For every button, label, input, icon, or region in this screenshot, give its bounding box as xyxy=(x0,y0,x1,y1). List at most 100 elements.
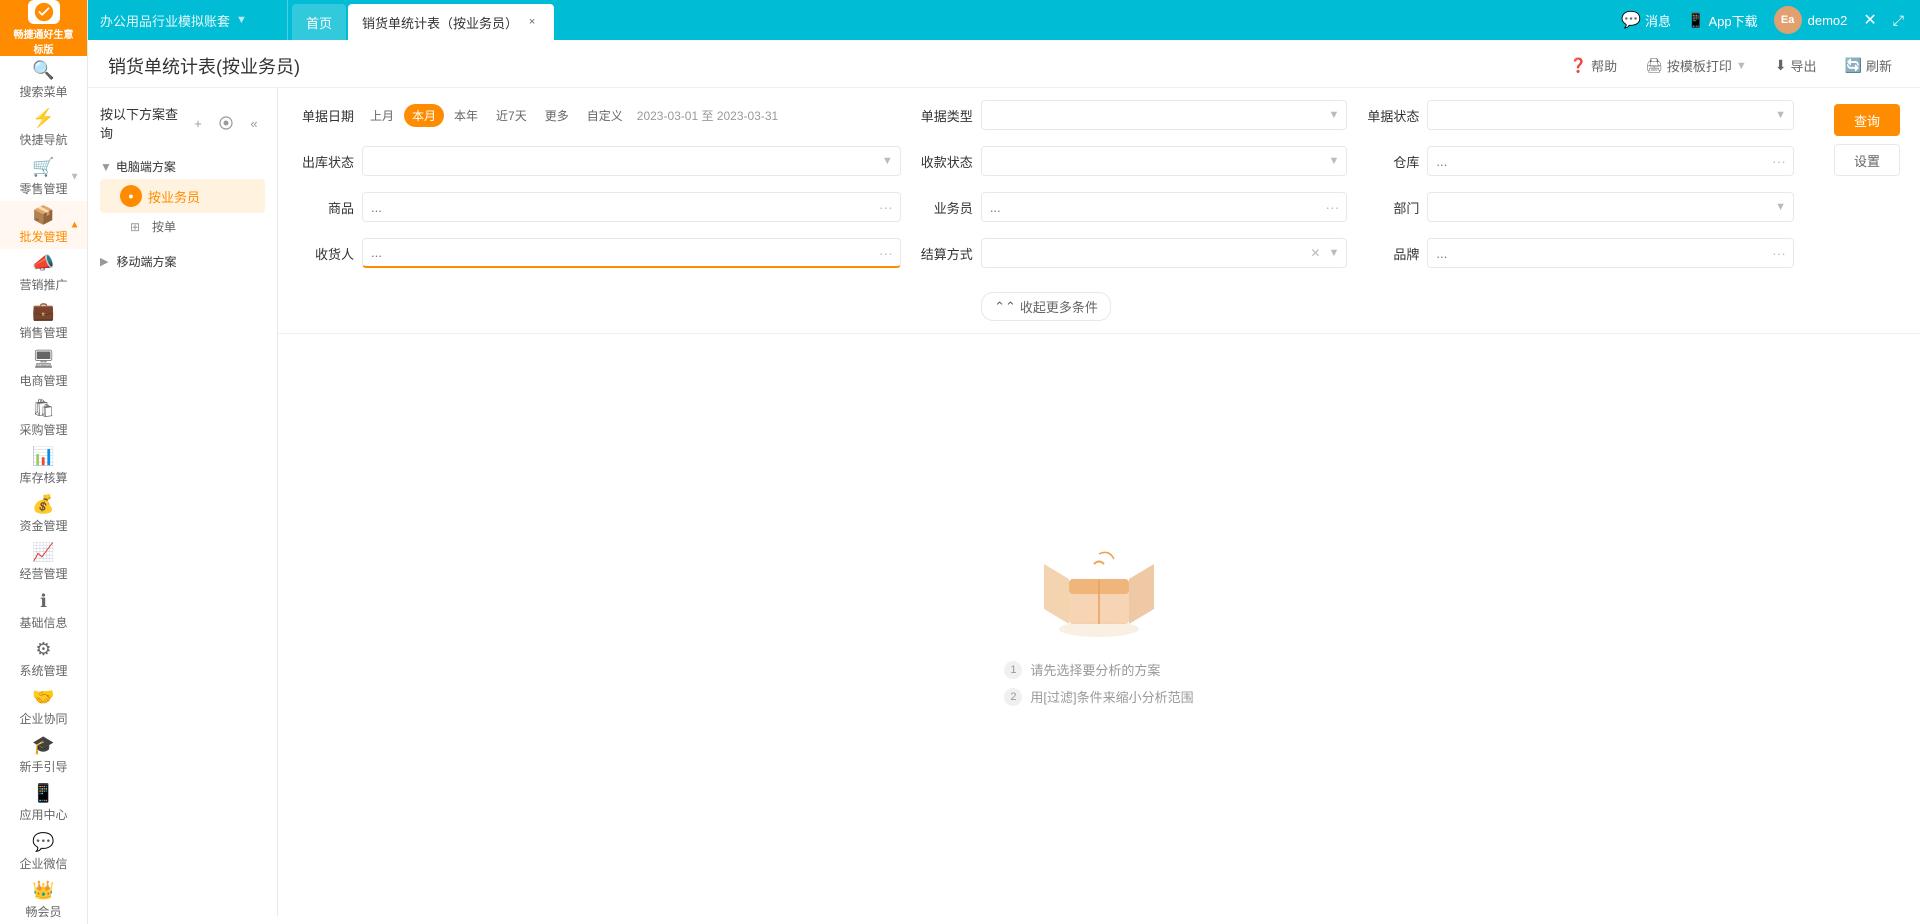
tab-close-icon[interactable]: × xyxy=(524,14,540,30)
help-btn[interactable]: ❓ 帮助 xyxy=(1562,52,1625,79)
settings-button[interactable]: 设置 xyxy=(1834,144,1900,176)
brand-input[interactable] xyxy=(1427,238,1794,268)
sidebar-item-marketing[interactable]: 📣 营销推广 xyxy=(0,249,88,297)
salesperson-more-icon[interactable]: ··· xyxy=(1325,199,1339,215)
date-tab-more[interactable]: 更多 xyxy=(537,104,577,127)
app-logo: 畅捷通好生意 标版 xyxy=(0,0,88,56)
sidebar-label-basic: 基础信息 xyxy=(19,614,67,631)
pc-scheme-title[interactable]: ▼ 电脑端方案 xyxy=(100,154,265,179)
sidebar-item-sales[interactable]: 💼 销售管理 xyxy=(0,297,88,345)
sidebar-item-inventory[interactable]: 📊 库存核算 xyxy=(0,442,88,490)
app-download-icon: 📱 xyxy=(1687,12,1704,29)
date-label: 单据日期 xyxy=(298,106,354,125)
avatar-text: Ea xyxy=(1781,14,1794,26)
out-status-label: 出库状态 xyxy=(298,152,354,171)
sidebar-item-purchase[interactable]: 🛍 采购管理 xyxy=(0,394,88,442)
page-header-actions: ❓ 帮助 🖨 按模板打印 ▼ ⬇ 导出 🔄 刷新 xyxy=(1562,52,1900,79)
sidebar-item-basic[interactable]: ℹ 基础信息 xyxy=(0,586,88,634)
date-tabs: 上月 本月 本年 近7天 更多 自定义 xyxy=(362,104,631,127)
goods-more-icon[interactable]: ··· xyxy=(879,199,893,215)
collapse-btn[interactable]: ⌃⌃ 收起更多条件 xyxy=(981,292,1111,321)
department-dropdown[interactable] xyxy=(1427,192,1794,222)
mobile-scheme-group[interactable]: ▶ 移动端方案 xyxy=(88,248,277,275)
export-btn[interactable]: ⬇ 导出 xyxy=(1767,52,1825,79)
empty-num-2: 2 xyxy=(1004,688,1022,706)
filter-out-status: 出库状态 ▼ xyxy=(298,146,901,176)
sidebar-item-wholesale[interactable]: 📦 批发管理 ▲ xyxy=(0,201,88,249)
salesperson-scheme-label: 按业务员 xyxy=(148,187,200,206)
sidebar-item-member[interactable]: 👑 畅会员 xyxy=(0,876,88,924)
add-scheme-btn[interactable]: + xyxy=(187,112,209,134)
sidebar-item-ecommerce[interactable]: 🖥 电商管理 xyxy=(0,345,88,393)
sidebar-item-operations[interactable]: 📈 经营管理 xyxy=(0,538,88,586)
window-maximize-icon[interactable]: ⤢ xyxy=(1893,12,1904,29)
collapse-panel-btn[interactable]: « xyxy=(243,112,265,134)
salesperson-input[interactable] xyxy=(981,192,1348,222)
window-close-icon[interactable]: ✕ xyxy=(1863,10,1876,30)
salesperson-control: ··· xyxy=(981,192,1348,222)
date-tab-last-month[interactable]: 上月 xyxy=(362,104,402,127)
pc-scheme-label: 电脑端方案 xyxy=(116,158,176,175)
sidebar-item-retail[interactable]: 🛒 零售管理 ▼ xyxy=(0,152,88,200)
bill-type-control: ▼ xyxy=(981,100,1348,130)
warehouse-label: 仓库 xyxy=(1363,152,1419,171)
sidebar-label-member: 畅会员 xyxy=(25,903,61,920)
scheme-by-salesperson[interactable]: ● 按业务员 xyxy=(100,179,265,213)
filter-goods: 商品 ··· xyxy=(298,192,901,222)
tabs-container: 首页 销货单统计表（按业务员） × xyxy=(288,0,1605,40)
sidebar-item-wechat[interactable]: 💬 企业微信 xyxy=(0,828,88,876)
print-btn[interactable]: 🖨 按模板打印 ▼ xyxy=(1637,52,1755,79)
goods-input[interactable] xyxy=(362,192,901,222)
date-tab-custom[interactable]: 自定义 xyxy=(579,104,631,127)
receiver-control: ··· xyxy=(362,238,901,268)
sidebar-item-finance[interactable]: 💰 资金管理 xyxy=(0,490,88,538)
warehouse-input[interactable] xyxy=(1427,146,1794,176)
tab-home[interactable]: 首页 xyxy=(292,4,346,40)
bill-status-dropdown[interactable] xyxy=(1427,100,1794,130)
retail-icon: 🛒 xyxy=(32,157,54,178)
app-download-btn[interactable]: 📱 App下载 xyxy=(1687,11,1758,30)
basic-icon: ℹ xyxy=(40,591,47,612)
tab-sales-report[interactable]: 销货单统计表（按业务员） × xyxy=(348,4,554,40)
receipt-status-arrow-icon: ▼ xyxy=(1329,155,1340,167)
sidebar-item-newbie[interactable]: 🎓 新手引导 xyxy=(0,731,88,779)
filter-bill-status: 单据状态 ▼ xyxy=(1363,100,1794,130)
query-button[interactable]: 查询 xyxy=(1834,104,1900,136)
goods-control: ··· xyxy=(362,192,901,222)
brand-more-icon[interactable]: ··· xyxy=(1772,245,1786,261)
breadcrumb-dropdown-icon[interactable]: ▼ xyxy=(236,14,247,26)
scheme-by-order[interactable]: ⊞ 按单 xyxy=(100,213,265,240)
breadcrumb-text: 办公用品行业模拟账套 xyxy=(100,11,230,30)
sidebar-item-search-menu[interactable]: 🔍 搜索菜单 xyxy=(0,56,88,104)
date-tab-this-year[interactable]: 本年 xyxy=(446,104,486,127)
out-status-dropdown[interactable] xyxy=(362,146,901,176)
warehouse-more-icon[interactable]: ··· xyxy=(1772,153,1786,169)
date-tab-this-month[interactable]: 本月 xyxy=(404,104,444,127)
edit-scheme-btn[interactable] xyxy=(215,112,237,134)
salesperson-scheme-dot: ● xyxy=(120,185,142,207)
app-name: 畅捷通好生意 xyxy=(14,26,74,41)
receiver-input[interactable] xyxy=(362,238,901,268)
settlement-arrow-icon: ▼ xyxy=(1329,247,1340,259)
sidebar-label-system: 系统管理 xyxy=(19,662,67,679)
sidebar-item-enterprise[interactable]: 🤝 企业协同 xyxy=(0,683,88,731)
user-profile[interactable]: Ea demo2 xyxy=(1774,6,1848,34)
sidebar-item-apps[interactable]: 📱 应用中心 xyxy=(0,779,88,827)
settlement-clear-icon[interactable]: ✕ xyxy=(1307,245,1323,261)
sidebar-label-inventory: 库存核算 xyxy=(19,469,67,486)
empty-num-1: 1 xyxy=(1004,661,1022,679)
sidebar-item-quick-nav[interactable]: ⚡ 快捷导航 xyxy=(0,104,88,152)
app-download-label: App下载 xyxy=(1709,11,1758,30)
receiver-more-icon[interactable]: ··· xyxy=(879,245,893,261)
message-btn[interactable]: 💬 消息 xyxy=(1621,10,1671,30)
topbar: 办公用品行业模拟账套 ▼ 首页 销货单统计表（按业务员） × 💬 消息 📱 Ap… xyxy=(88,0,1920,40)
sidebar-item-system[interactable]: ⚙ 系统管理 xyxy=(0,635,88,683)
date-tab-7days[interactable]: 近7天 xyxy=(488,104,535,127)
filter-receipt-status: 收款状态 ▼ xyxy=(917,146,1348,176)
refresh-btn[interactable]: 🔄 刷新 xyxy=(1837,52,1900,79)
enterprise-icon: 🤝 xyxy=(32,687,54,708)
pc-scheme-arrow: ▼ xyxy=(100,160,112,174)
settlement-dropdown[interactable] xyxy=(981,238,1348,268)
receipt-status-dropdown[interactable] xyxy=(981,146,1348,176)
bill-type-dropdown[interactable] xyxy=(981,100,1348,130)
